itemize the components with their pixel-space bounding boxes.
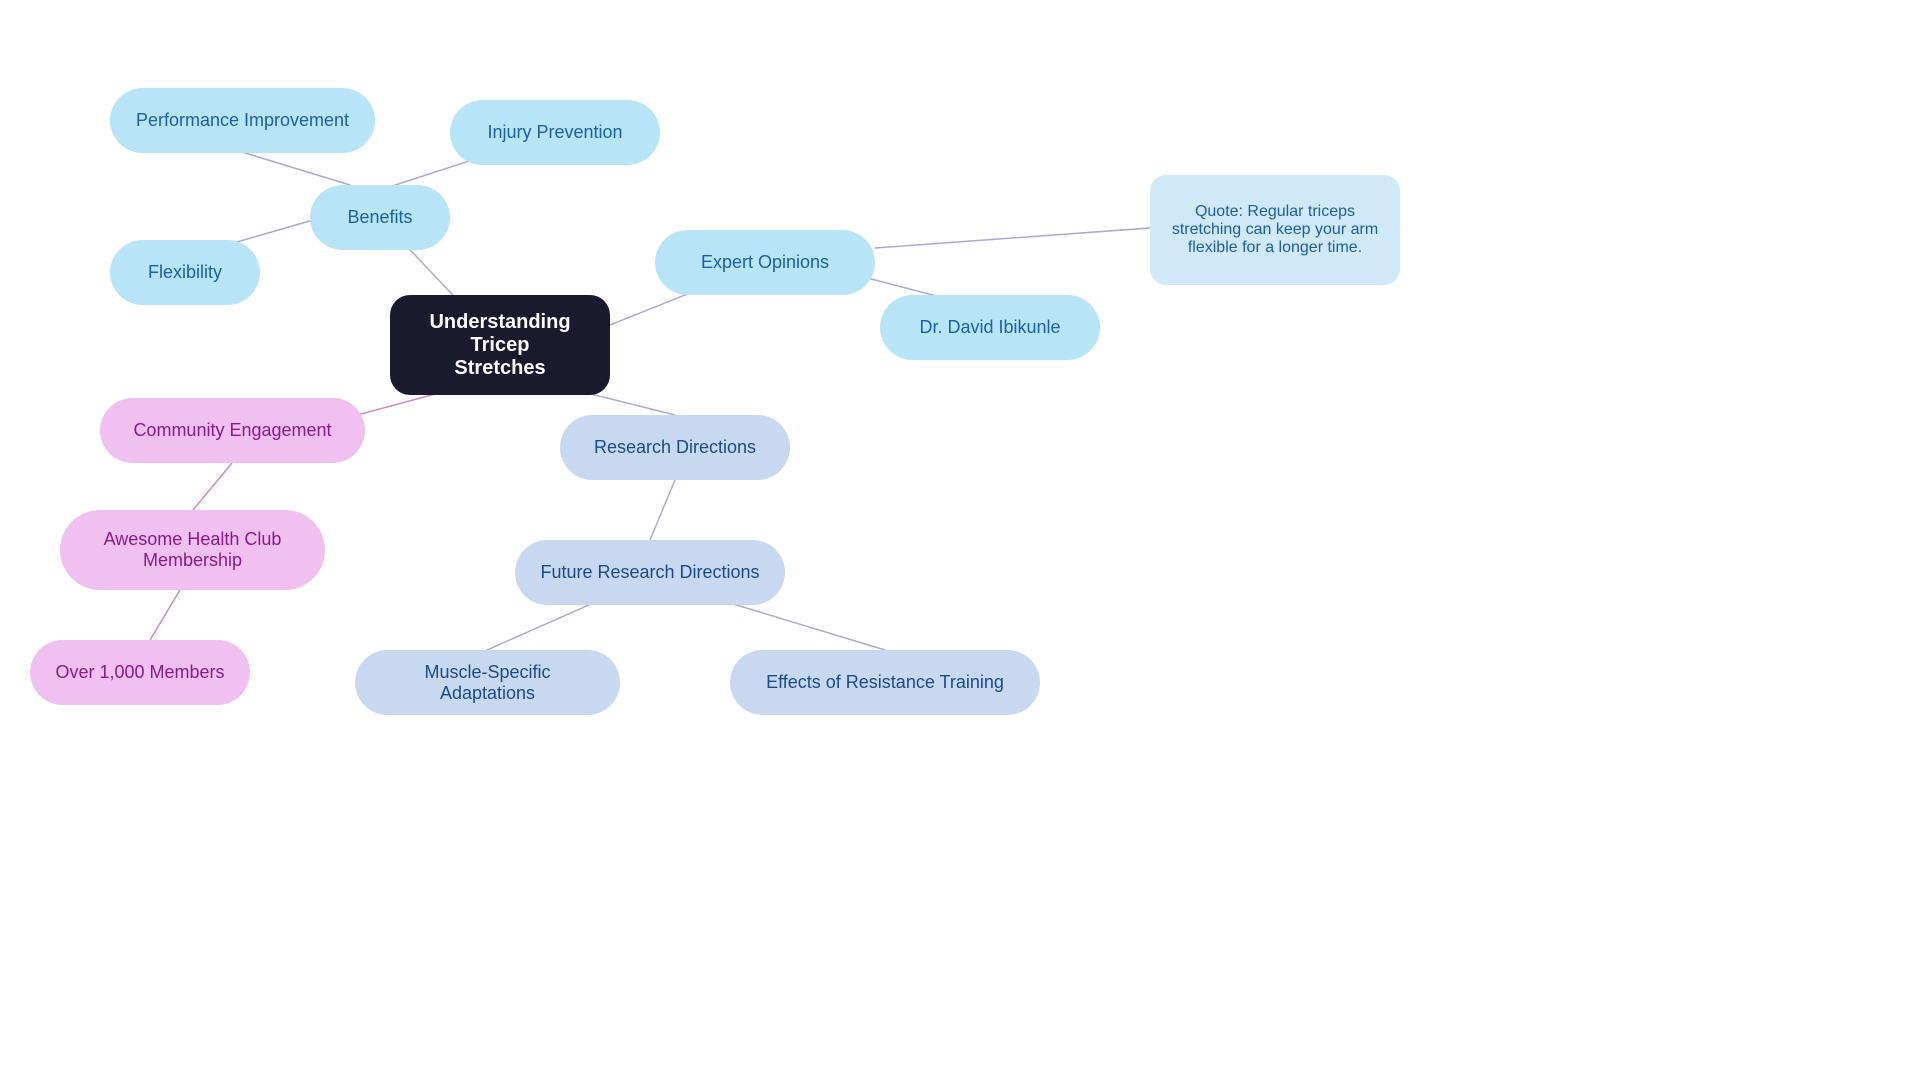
health-club-label: Awesome Health Club Membership	[104, 529, 282, 571]
quote-label: Quote: Regular triceps stretching can ke…	[1170, 203, 1380, 257]
flexibility-node: Flexibility	[110, 240, 260, 305]
community-node: Community Engagement	[100, 398, 365, 463]
expert-label: Expert Opinions	[701, 252, 829, 273]
dr-david-label: Dr. David Ibikunle	[919, 317, 1060, 338]
future-research-node: Future Research Directions	[515, 540, 785, 605]
flexibility-label: Flexibility	[148, 262, 222, 283]
dr-david-node: Dr. David Ibikunle	[880, 295, 1100, 360]
center-label: Understanding Tricep Stretches	[410, 311, 590, 380]
injury-label: Injury Prevention	[487, 122, 622, 143]
muscle-label: Muscle-Specific Adaptations	[375, 662, 600, 704]
performance-node: Performance Improvement	[110, 88, 375, 153]
research-node: Research Directions	[560, 415, 790, 480]
members-label: Over 1,000 Members	[55, 662, 224, 683]
community-label: Community Engagement	[133, 420, 331, 441]
muscle-node: Muscle-Specific Adaptations	[355, 650, 620, 715]
expert-node: Expert Opinions	[655, 230, 875, 295]
resistance-node: Effects of Resistance Training	[730, 650, 1040, 715]
injury-node: Injury Prevention	[450, 100, 660, 165]
quote-node: Quote: Regular triceps stretching can ke…	[1150, 175, 1400, 285]
research-label: Research Directions	[594, 437, 756, 458]
benefits-node: Benefits	[310, 185, 450, 250]
performance-label: Performance Improvement	[136, 110, 349, 131]
health-club-node: Awesome Health Club Membership	[60, 510, 325, 590]
center-node: Understanding Tricep Stretches	[390, 295, 610, 395]
members-node: Over 1,000 Members	[30, 640, 250, 705]
benefits-label: Benefits	[347, 207, 412, 228]
resistance-label: Effects of Resistance Training	[766, 672, 1004, 693]
future-research-label: Future Research Directions	[540, 562, 759, 583]
